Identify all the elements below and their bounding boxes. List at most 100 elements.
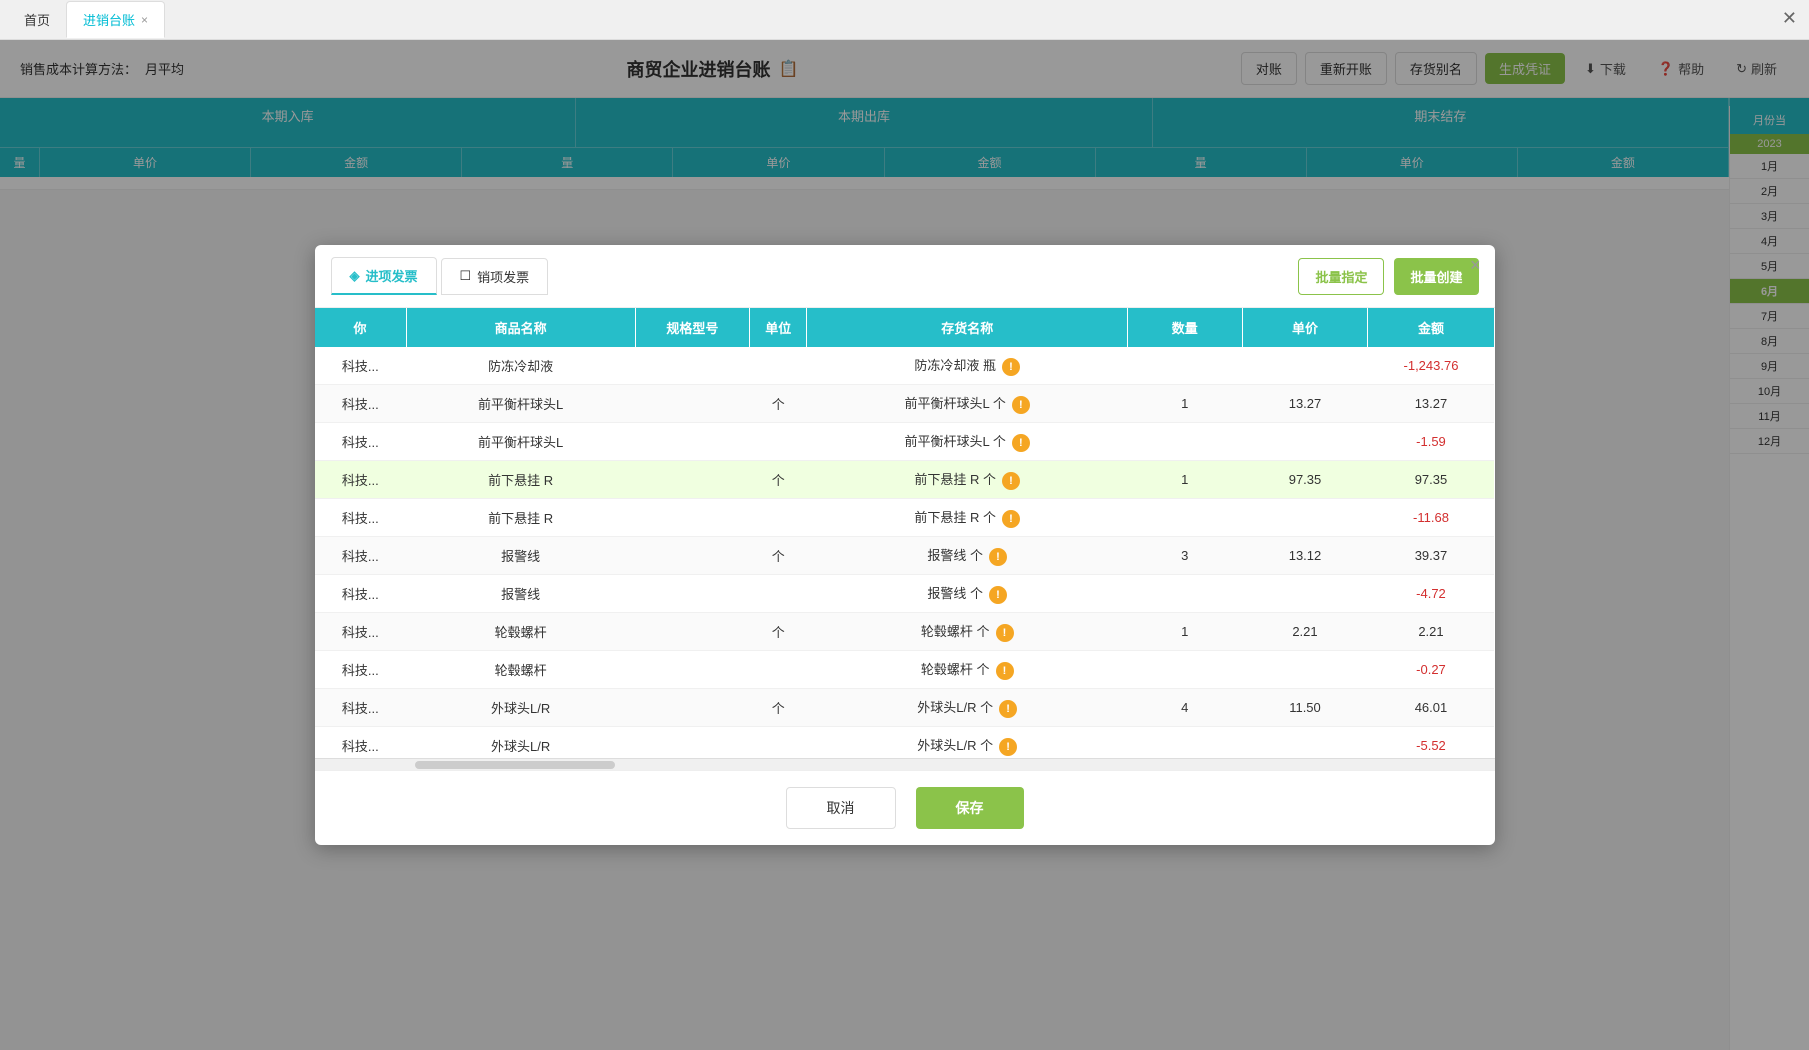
cell-price [1242, 499, 1368, 537]
invoice-table: 你 商品名称 规格型号 单位 存货名称 数量 单价 金额 科技...防冻冷却液防… [315, 308, 1495, 758]
cell-unit [750, 347, 807, 385]
table-row: 科技...报警线报警线 个!-4.72 [315, 575, 1495, 613]
modal-footer: 取消 保存 [315, 770, 1495, 845]
cell-inventory: 报警线 个! [807, 575, 1128, 613]
cell-amount: 97.35 [1368, 461, 1494, 499]
table-row: 科技...轮毂螺杆轮毂螺杆 个!-0.27 [315, 651, 1495, 689]
cell-price [1242, 347, 1368, 385]
warning-icon[interactable]: ! [996, 624, 1014, 642]
th-quantity: 数量 [1128, 308, 1243, 347]
cell-price [1242, 575, 1368, 613]
cell-amount: -1.59 [1368, 423, 1494, 461]
cell-spec [635, 423, 750, 461]
th-amount: 金额 [1368, 308, 1494, 347]
cell-unit: 个 [750, 461, 807, 499]
cell-quantity [1128, 423, 1243, 461]
modal-close-button[interactable]: × [1470, 255, 1481, 276]
batch-create-button[interactable]: 批量创建 [1394, 258, 1478, 295]
cell-quantity: 1 [1128, 461, 1243, 499]
tab-active-label: 进销台账 [83, 10, 135, 29]
cell-inventory: 外球头L/R 个! [807, 727, 1128, 759]
cell-inventory: 外球头L/R 个! [807, 689, 1128, 727]
cell-spec [635, 461, 750, 499]
cell-spec [635, 575, 750, 613]
cell-inventory: 报警线 个! [807, 537, 1128, 575]
cell-spec [635, 727, 750, 759]
cell-price: 97.35 [1242, 461, 1368, 499]
purchase-tab-label: 进项发票 [366, 266, 418, 285]
cell-inventory: 前下悬挂 R 个! [807, 499, 1128, 537]
cell-supplier: 科技... [315, 499, 407, 537]
tab-purchase-invoice[interactable]: ◈ 进项发票 [331, 257, 437, 295]
warning-icon[interactable]: ! [1012, 396, 1030, 414]
cell-unit: 个 [750, 613, 807, 651]
cell-inventory: 前平衡杆球头L 个! [807, 385, 1128, 423]
warning-icon[interactable]: ! [1002, 358, 1020, 376]
cell-product: 报警线 [406, 537, 635, 575]
warning-icon[interactable]: ! [999, 700, 1017, 718]
warning-icon[interactable]: ! [989, 548, 1007, 566]
tab-close-icon[interactable]: × [141, 13, 148, 27]
th-product-name: 商品名称 [406, 308, 635, 347]
cell-spec [635, 385, 750, 423]
cell-quantity: 3 [1128, 537, 1243, 575]
cell-amount: -5.52 [1368, 727, 1494, 759]
table-row: 科技...报警线个报警线 个!313.1239.37 [315, 537, 1495, 575]
cell-inventory: 防冻冷却液 瓶! [807, 347, 1128, 385]
warning-icon[interactable]: ! [1012, 434, 1030, 452]
cell-inventory: 轮毂螺杆 个! [807, 613, 1128, 651]
cell-amount: -1,243.76 [1368, 347, 1494, 385]
cell-unit [750, 727, 807, 759]
table-row: 科技...前下悬挂 R前下悬挂 R 个!-11.68 [315, 499, 1495, 537]
cell-product: 防冻冷却液 [406, 347, 635, 385]
cell-product: 前平衡杆球头L [406, 385, 635, 423]
cell-supplier: 科技... [315, 689, 407, 727]
cell-supplier: 科技... [315, 613, 407, 651]
tab-active[interactable]: 进销台账 × [66, 1, 165, 38]
tab-sales-invoice[interactable]: ☐ 销项发票 [441, 258, 549, 295]
warning-icon[interactable]: ! [996, 662, 1014, 680]
cell-quantity [1128, 499, 1243, 537]
cell-unit: 个 [750, 689, 807, 727]
scroll-thumb [415, 761, 615, 769]
modal-header-right: 批量指定 批量创建 [1298, 258, 1478, 295]
main-content: 销售成本计算方法： 月平均 商贸企业进销台账 📋 对账 重新开账 存货别名 生成… [0, 40, 1809, 1050]
table-row: 科技...前平衡杆球头L个前平衡杆球头L 个!113.2713.27 [315, 385, 1495, 423]
table-row: 科技...轮毂螺杆个轮毂螺杆 个!12.212.21 [315, 613, 1495, 651]
cell-product: 外球头L/R [406, 689, 635, 727]
cell-unit: 个 [750, 385, 807, 423]
warning-icon[interactable]: ! [1002, 510, 1020, 528]
warning-icon[interactable]: ! [989, 586, 1007, 604]
tab-home[interactable]: 首页 [8, 2, 66, 37]
cell-product: 报警线 [406, 575, 635, 613]
cell-supplier: 科技... [315, 651, 407, 689]
cell-inventory: 前下悬挂 R 个! [807, 461, 1128, 499]
cancel-button[interactable]: 取消 [786, 787, 896, 829]
cell-supplier: 科技... [315, 461, 407, 499]
cell-supplier: 科技... [315, 385, 407, 423]
warning-icon[interactable]: ! [1002, 472, 1020, 490]
cell-spec [635, 499, 750, 537]
table-row: 科技...防冻冷却液防冻冷却液 瓶!-1,243.76 [315, 347, 1495, 385]
horizontal-scrollbar[interactable] [315, 758, 1495, 770]
cell-product: 外球头L/R [406, 727, 635, 759]
cell-amount: 13.27 [1368, 385, 1494, 423]
th-supplier: 你 [315, 308, 407, 347]
cell-supplier: 科技... [315, 727, 407, 759]
th-spec: 规格型号 [635, 308, 750, 347]
batch-assign-button[interactable]: 批量指定 [1298, 258, 1384, 295]
purchase-tab-icon: ◈ [350, 268, 360, 284]
cell-unit [750, 575, 807, 613]
warning-icon[interactable]: ! [999, 738, 1017, 756]
table-row: 科技...外球头L/R个外球头L/R 个!411.5046.01 [315, 689, 1495, 727]
save-button[interactable]: 保存 [916, 787, 1024, 829]
table-header-row: 你 商品名称 规格型号 单位 存货名称 数量 单价 金额 [315, 308, 1495, 347]
window-close-button[interactable]: ✕ [1782, 8, 1797, 29]
cell-product: 前下悬挂 R [406, 461, 635, 499]
cell-price: 11.50 [1242, 689, 1368, 727]
cell-spec [635, 651, 750, 689]
cell-supplier: 科技... [315, 423, 407, 461]
sales-tab-label: 销项发票 [477, 267, 529, 286]
th-inventory-name: 存货名称 [807, 308, 1128, 347]
cell-quantity [1128, 651, 1243, 689]
